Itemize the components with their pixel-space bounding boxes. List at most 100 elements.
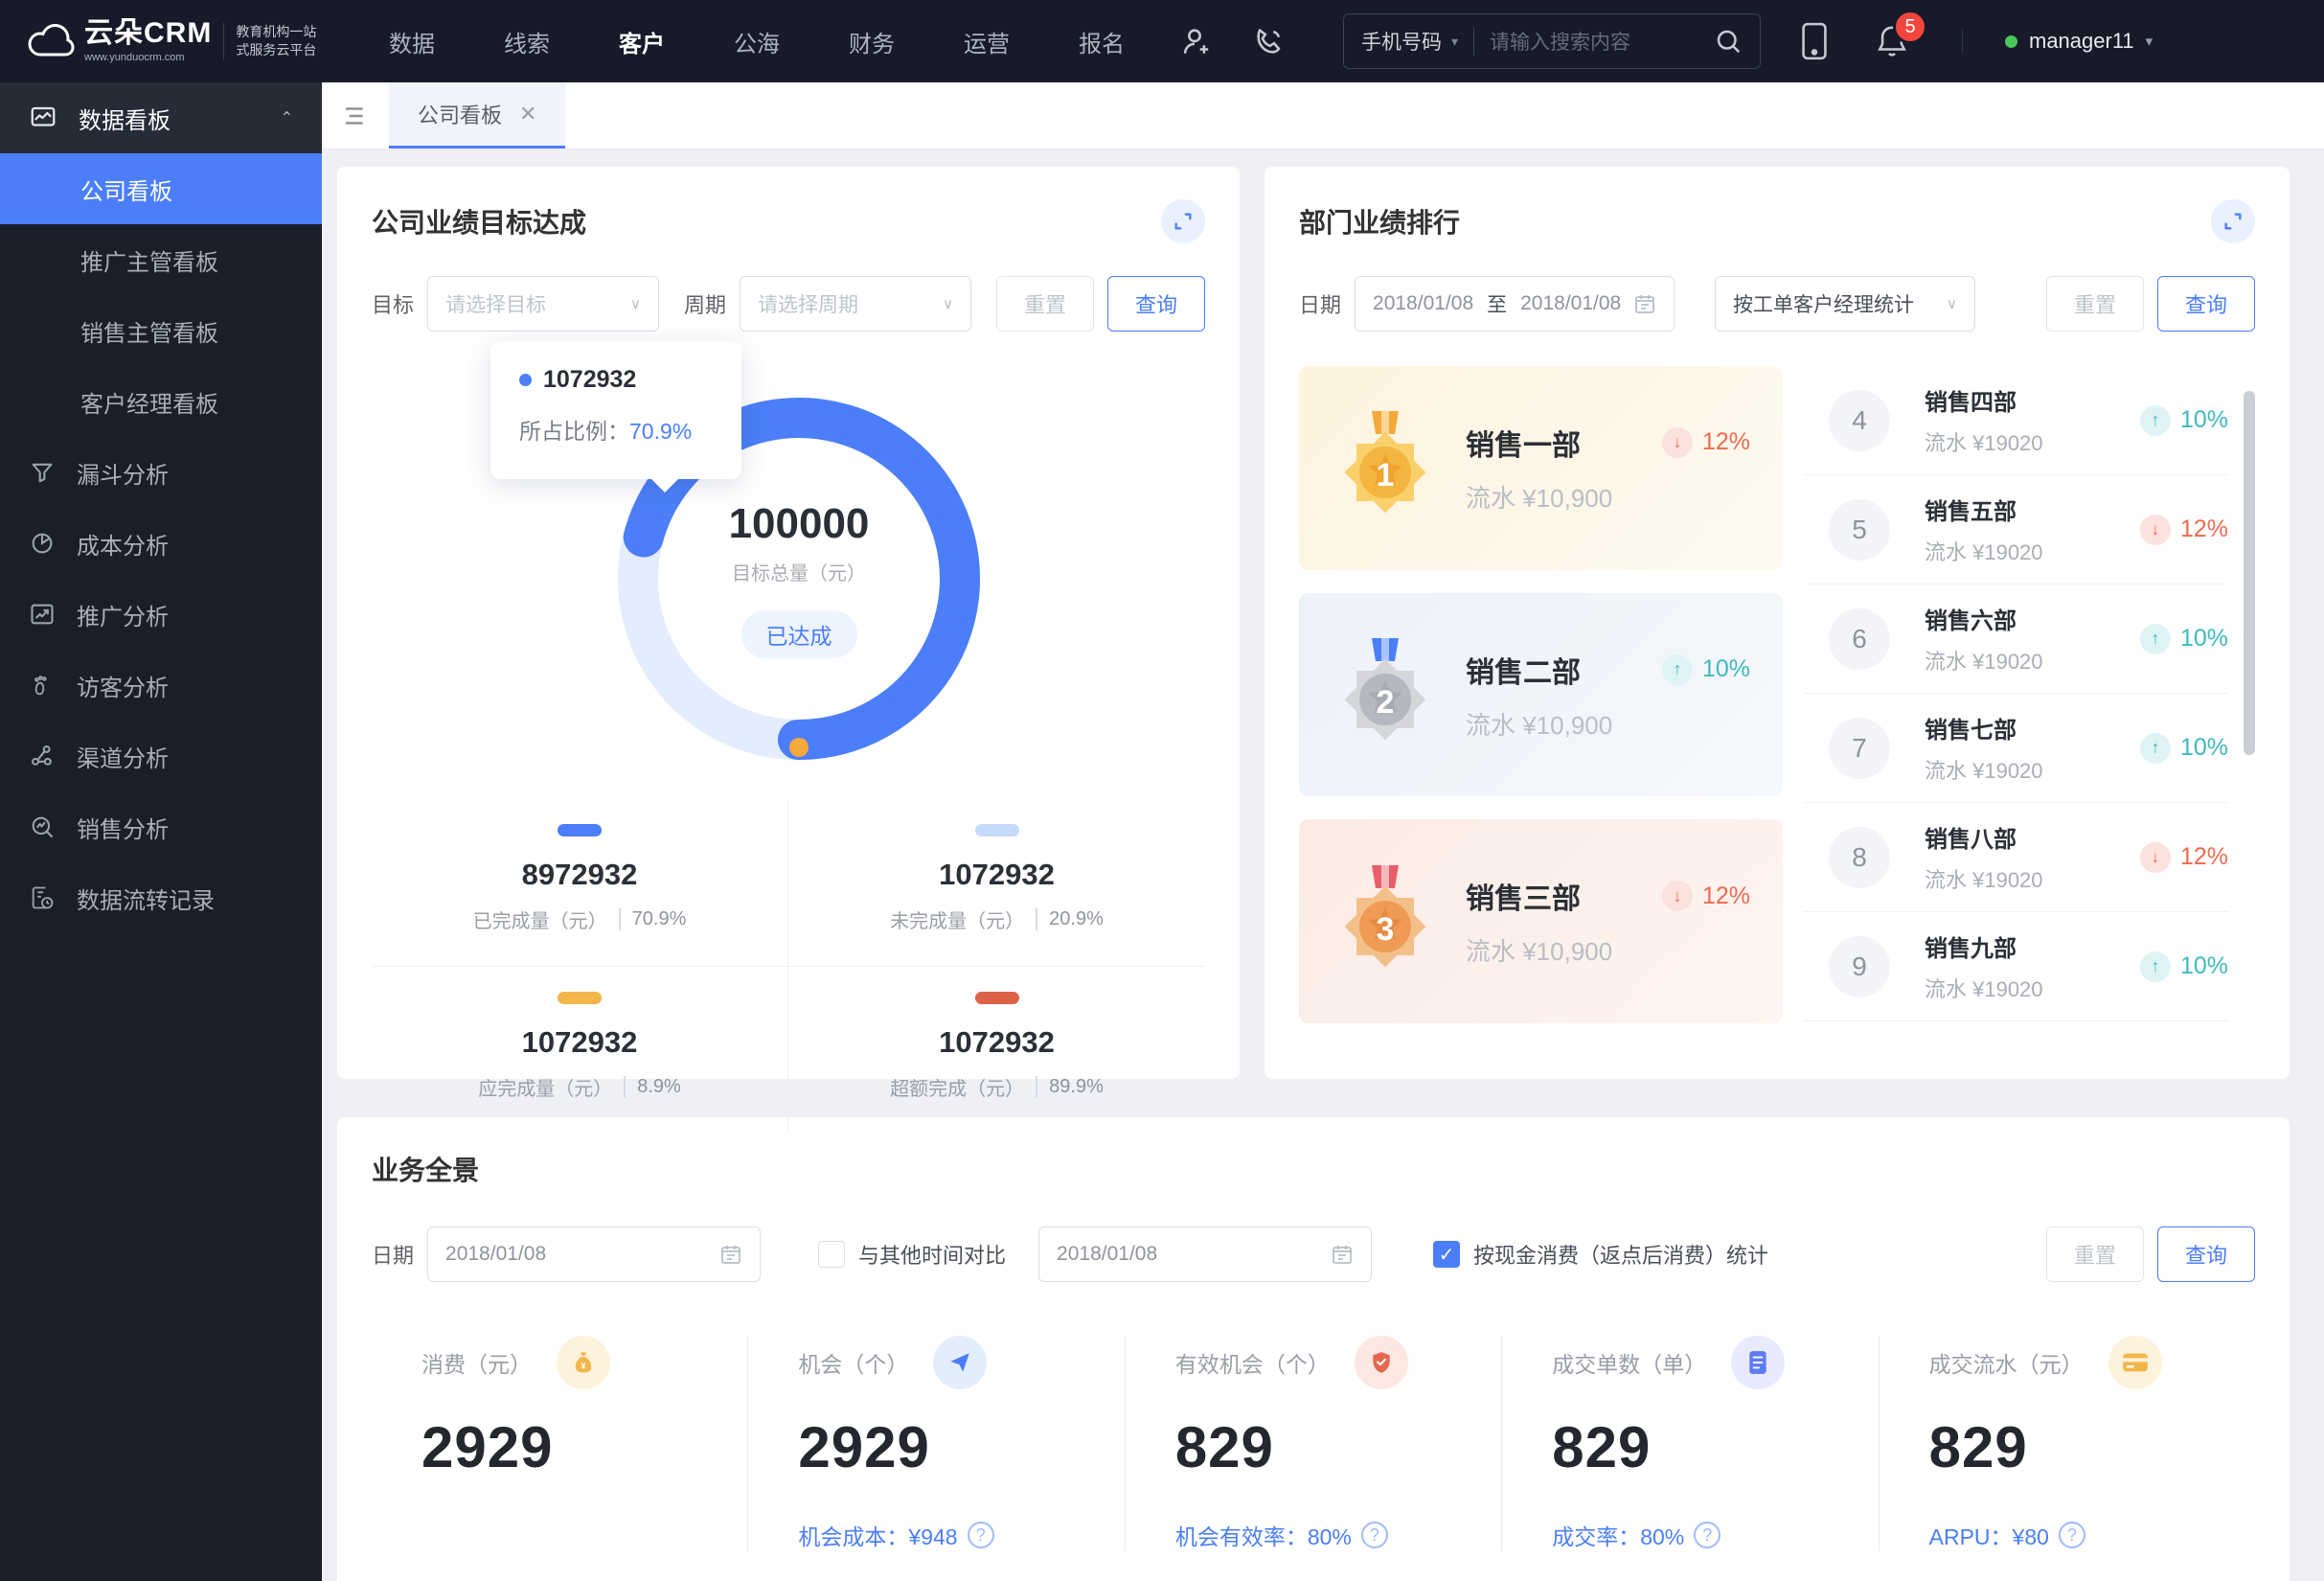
nav-item-signup[interactable]: 报名 (1079, 25, 1125, 58)
dashboard-icon (29, 103, 57, 132)
rank-row-4[interactable]: 4 销售四部 流水 ¥19020 ↑ 10% (1804, 366, 2228, 475)
date-input-2[interactable]: 2018/01/08 (1038, 1226, 1373, 1282)
arpu-link[interactable]: ARPU：¥80? (1929, 1519, 2255, 1551)
opportunity-cost-link[interactable]: 机会成本：¥948? (798, 1519, 1124, 1551)
cloud-logo-icon (25, 22, 75, 60)
rank-card-2[interactable]: 2 销售二部 ↑ 10% 流水 ¥10,900 (1299, 592, 1783, 797)
query-button[interactable]: 查询 (2157, 1226, 2255, 1282)
arrow-down-icon: ↓ (1661, 881, 1693, 912)
stat-deals: 成交单数（单） 829 成交率：80%? (1501, 1336, 1878, 1551)
search-icon[interactable] (1714, 27, 1743, 56)
stat-opportunities: 机会（个） 2929 机会成本：¥948? (747, 1336, 1124, 1551)
top3-list: 1 销售一部 ↓ 12% 流水 ¥10,900 2 销售二部 ↑ 10% 流水 … (1299, 366, 1783, 1024)
global-search[interactable]: 手机号码 ▾ 请输入搜索内容 (1343, 13, 1761, 69)
rank-row-9[interactable]: 9 销售九部 流水 ¥19020 ↑ 10% (1804, 912, 2228, 1021)
search-category-select[interactable]: 手机号码 (1361, 27, 1442, 56)
card2-title: 部门业绩排行 (1299, 208, 1461, 238)
ranking-list: 4 销售四部 流水 ¥19020 ↑ 10% 5 销售五部 流水 ¥19020 ↓ 12… (1804, 366, 2255, 1023)
arrow-up-icon: ↑ (2139, 404, 2171, 436)
target-filter-label: 目标 (372, 293, 415, 317)
close-icon[interactable]: ✕ (519, 102, 536, 126)
bronze-medal-icon: 3 (1344, 864, 1426, 968)
sidebar-item-funnel-analysis[interactable]: 漏斗分析 (0, 437, 322, 508)
query-button[interactable]: 查询 (1107, 276, 1205, 332)
sidebar-item-promo-analysis[interactable]: 推广分析 (0, 579, 322, 650)
compare-checkbox[interactable] (818, 1241, 846, 1268)
tab-list-icon[interactable] (322, 82, 389, 149)
scrollbar-thumb[interactable] (2244, 391, 2255, 755)
person-add-icon[interactable] (1178, 25, 1211, 57)
sidebar-item-sales-supervisor-board[interactable]: 销售主管看板 (0, 295, 322, 366)
nav-item-pool[interactable]: 公海 (734, 25, 780, 58)
reset-button[interactable]: 重置 (2046, 1226, 2144, 1282)
deal-rate-link[interactable]: 成交率：80%? (1552, 1519, 1878, 1551)
user-menu[interactable]: manager11 ▾ (1962, 29, 2153, 54)
group-by-select[interactable]: 按工单客户经理统计 ∨ (1715, 276, 1976, 332)
query-button[interactable]: 查询 (2157, 276, 2255, 332)
trend-badge: ↑ 10% (2139, 732, 2228, 764)
sidebar-item-promo-supervisor-board[interactable]: 推广主管看板 (0, 224, 322, 295)
rank-card-1[interactable]: 1 销售一部 ↓ 12% 流水 ¥10,900 (1299, 366, 1783, 570)
phone-call-icon[interactable] (1253, 25, 1286, 57)
period-select[interactable]: 请选择周期 ∨ (740, 276, 972, 332)
legend-pill-completed (558, 824, 602, 836)
sidebar-item-channel-analysis[interactable]: 渠道分析 (0, 721, 322, 791)
notification-badge[interactable]: 5 (1893, 10, 1927, 44)
opportunity-valid-rate-link[interactable]: 机会有效率：80%? (1175, 1519, 1501, 1551)
tab-company-board[interactable]: 公司看板 ✕ (389, 82, 566, 149)
date-input-1[interactable]: 2018/01/08 (427, 1226, 762, 1282)
nav-item-data[interactable]: 数据 (389, 25, 435, 58)
arrow-up-icon: ↑ (2139, 732, 2171, 764)
period-filter-label: 周期 (684, 293, 727, 317)
reset-button[interactable]: 重置 (996, 276, 1094, 332)
achieved-badge: 已达成 (658, 439, 857, 658)
trend-badge: ↓ 12% (2139, 841, 2228, 873)
svg-text:2: 2 (1377, 684, 1395, 721)
sidebar-item-cost-analysis[interactable]: 成本分析 (0, 508, 322, 579)
arrow-up-icon: ↑ (2139, 623, 2171, 654)
donut-end-dot (789, 738, 809, 757)
sidebar-item-data-flow-log[interactable]: 数据流转记录 (0, 862, 322, 933)
mobile-icon[interactable] (1799, 22, 1830, 60)
target-stats-grid: 8972932 已完成量（元） 70.9% 1072932 未完成量（元） 20.9… (372, 799, 1205, 1134)
topbar: 云朵CRM www.yunduocrm.com 教育机构一站 式服务云平台 数据… (0, 0, 2324, 82)
stat-consumption: 消费（元） ¥ 2929 (372, 1336, 747, 1551)
svg-text:¥: ¥ (581, 1361, 586, 1370)
sidebar-group-dashboards[interactable]: 数据看板 ⌃ (0, 82, 322, 153)
trend-badge: ↑ 10% (2139, 951, 2228, 982)
rank-card-3[interactable]: 3 销售三部 ↓ 12% 流水 ¥10,900 (1299, 819, 1783, 1024)
target-total-label: 目标总量（元） (732, 562, 866, 584)
nav-item-operations[interactable]: 运营 (964, 25, 1010, 58)
legend-pill-uncompleted (974, 824, 1019, 836)
sidebar-item-sales-analysis[interactable]: 销售分析 (0, 791, 322, 862)
expand-icon[interactable] (1161, 199, 1205, 243)
logo[interactable]: 云朵CRM www.yunduocrm.com 教育机构一站 式服务云平台 (0, 19, 322, 63)
stat-completed: 8972932 已完成量（元） 70.9% (372, 799, 788, 967)
rank-row-5[interactable]: 5 销售五部 流水 ¥19020 ↓ 12% (1804, 475, 2228, 584)
nav-item-leads[interactable]: 线索 (504, 25, 550, 58)
rank-row-6[interactable]: 6 销售六部 流水 ¥19020 ↑ 10% (1804, 584, 2228, 694)
reset-button[interactable]: 重置 (2046, 276, 2144, 332)
sidebar-item-company-board[interactable]: 公司看板 (0, 153, 322, 224)
trend-badge: ↓ 12% (2139, 514, 2228, 545)
target-select[interactable]: 请选择目标 ∨ (427, 276, 660, 332)
date-range-input[interactable]: 2018/01/08 至 2018/01/08 (1355, 276, 1675, 332)
chevron-down-icon: ▾ (2145, 34, 2153, 50)
expand-icon[interactable] (2211, 199, 2255, 243)
sidebar-item-visitor-analysis[interactable]: 访客分析 (0, 650, 322, 721)
cash-stat-checkbox[interactable]: ✓ (1433, 1241, 1461, 1268)
card-business-overview: 业务全景 日期 2018/01/08 与其他时间对比 2018/01/08 ✓ (337, 1117, 2290, 1581)
date-filter-label: 日期 (1299, 293, 1342, 317)
username: manager11 (2029, 29, 2134, 53)
rank-row-7[interactable]: 7 销售七部 流水 ¥19020 ↑ 10% (1804, 694, 2228, 803)
rank-row-8[interactable]: 8 销售八部 流水 ¥19020 ↓ 12% (1804, 803, 2228, 912)
search-input[interactable]: 请输入搜索内容 (1490, 27, 1714, 56)
nav-item-customers[interactable]: 客户 (619, 25, 665, 58)
funnel-icon (29, 459, 56, 486)
main-area: 公司看板 ✕ 公司业绩目标达成 目标 请选择目标 ∨ 周期 请选择周期 ∨ 重置… (322, 82, 2324, 1581)
card1-title: 公司业绩目标达成 (372, 208, 587, 238)
sidebar-item-account-manager-board[interactable]: 客户经理看板 (0, 366, 322, 437)
stat-deal-flow: 成交流水（元） 829 ARPU：¥80? (1878, 1336, 2255, 1551)
help-icon: ? (1694, 1522, 1721, 1548)
nav-item-finance[interactable]: 财务 (849, 25, 895, 58)
